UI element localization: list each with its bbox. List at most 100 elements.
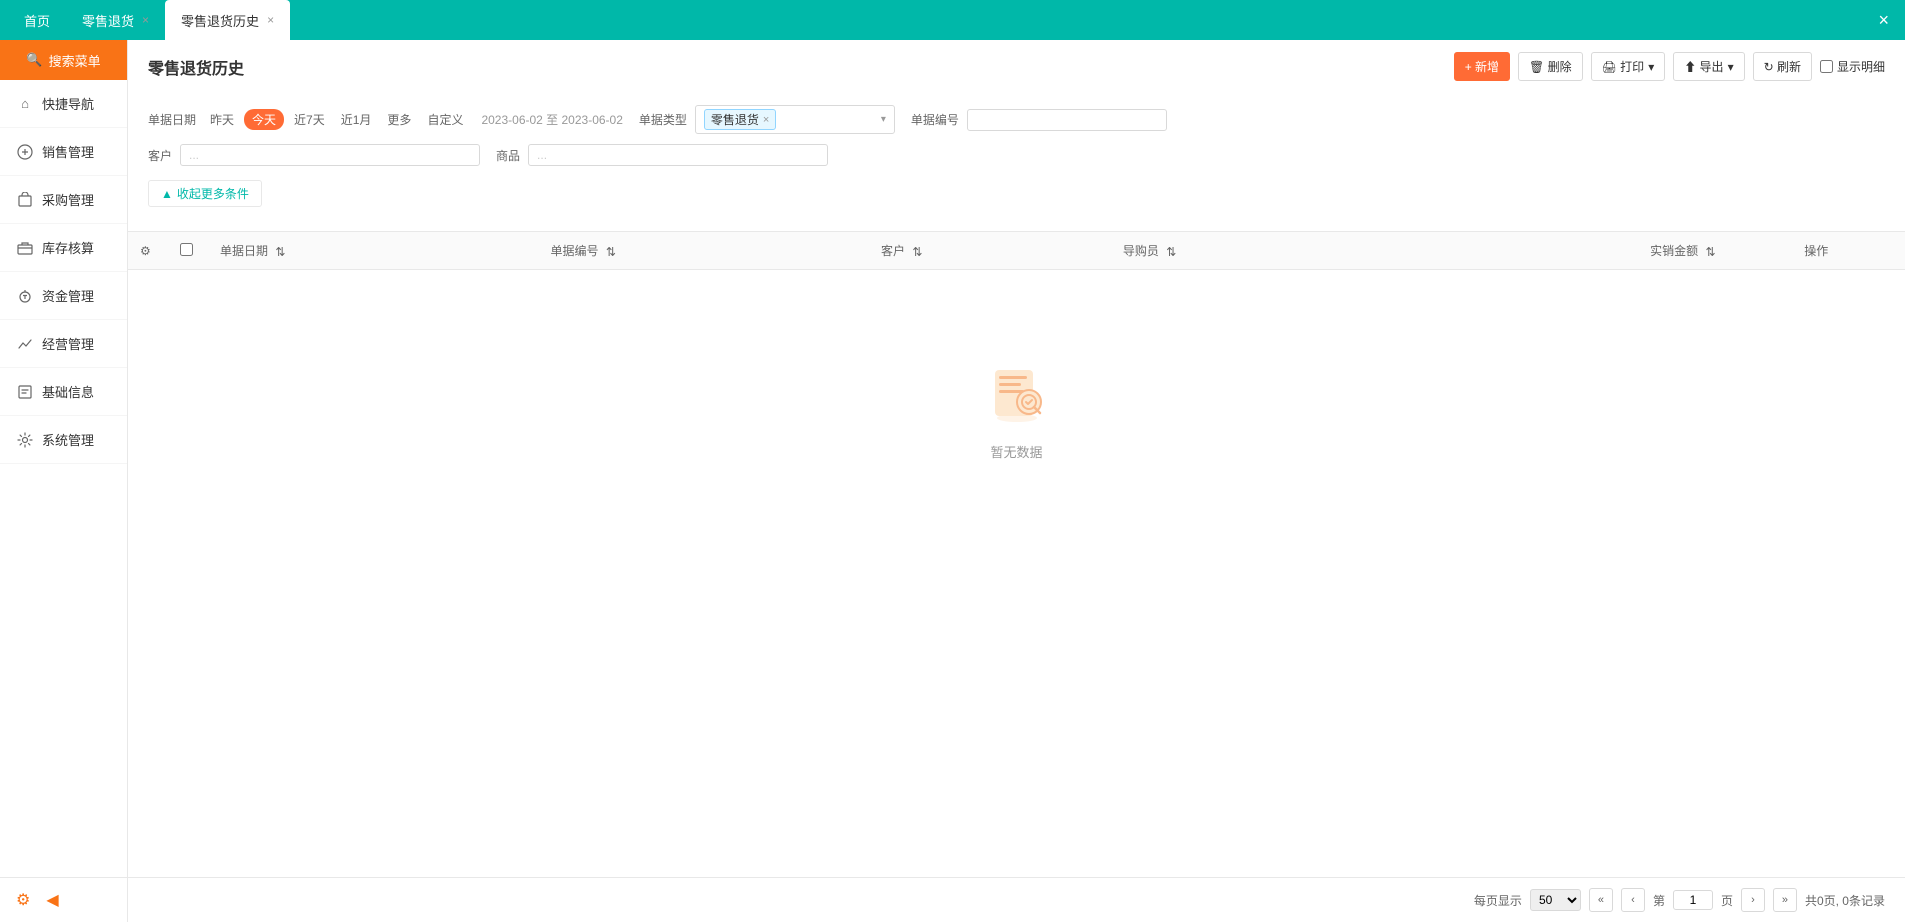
sidebar-item-quick-nav[interactable]: ⌂ 快捷导航 <box>0 80 127 128</box>
base-info-icon <box>16 383 34 401</box>
doc-number-label: 单据编号 <box>911 111 959 128</box>
prev-page-btn[interactable]: ‹ <box>1621 888 1645 912</box>
sidebar-search[interactable]: 🔍 搜索菜单 <box>0 40 127 80</box>
customer-label: 客户 <box>148 147 172 164</box>
date-range-btns: 昨天 今天 近7天 近1月 更多 自定义 <box>204 109 469 130</box>
date-btn-more[interactable]: 更多 <box>381 109 417 130</box>
sidebar-item-base-info[interactable]: 基础信息 <box>0 368 127 416</box>
export-button[interactable]: ⬆ 导出 ▾ <box>1673 52 1744 81</box>
display-toggle-checkbox[interactable] <box>1820 60 1833 73</box>
sidebar-item-finance[interactable]: 资金管理 <box>0 272 127 320</box>
tab-retail-return[interactable]: 零售退货 × <box>66 0 165 40</box>
close-tab-retail-return-history[interactable]: × <box>267 13 274 27</box>
table-wrapper: ⚙ 单据日期 ⇅ 单据编号 ⇅ <box>128 232 1905 922</box>
page-title: 零售退货历史 <box>148 55 244 79</box>
main-layout: 🔍 搜索菜单 ⌂ 快捷导航 销售管理 采购管理 库存核算 <box>0 40 1905 922</box>
doc-number-filter: 单据编号 <box>911 109 1167 131</box>
collapse-icon: ▲ <box>161 187 173 201</box>
filter-row-2: 客户 ... 商品 ... <box>148 144 1885 166</box>
toolbar: + 新增 🗑 删除 🖨 打印 ▾ ⬆ 导出 ▾ ↻ 刷新 显示明细 <box>1454 52 1885 81</box>
sidebar-item-inventory[interactable]: 库存核算 <box>0 224 127 272</box>
date-btn-1month[interactable]: 近1月 <box>335 109 378 130</box>
col-settings[interactable]: ⚙ <box>128 232 168 270</box>
display-toggle[interactable]: 显示明细 <box>1820 58 1885 75</box>
date-btn-7days[interactable]: 近7天 <box>288 109 331 130</box>
export-dropdown-icon: ▾ <box>1728 60 1734 74</box>
goods-label: 商品 <box>496 147 520 164</box>
print-dropdown-icon: ▾ <box>1648 60 1654 74</box>
tab-home[interactable]: 首页 <box>8 0 66 40</box>
close-tab-retail-return[interactable]: × <box>142 13 149 27</box>
doc-type-tag: 零售退货 × <box>704 109 776 130</box>
settings-bottom-icon[interactable]: ⚙ <box>16 890 30 910</box>
col-guide[interactable]: 导购员 ⇅ <box>1111 232 1397 270</box>
customer-filter: 客户 ... <box>148 144 480 166</box>
operations-icon <box>16 335 34 353</box>
home-icon: ⌂ <box>16 95 34 113</box>
sort-date-icon: ⇅ <box>275 245 285 259</box>
col-checkbox[interactable] <box>168 232 208 270</box>
table-header: ⚙ 单据日期 ⇅ 单据编号 ⇅ <box>128 232 1905 270</box>
empty-state-icon <box>977 350 1057 430</box>
select-all-checkbox[interactable] <box>180 243 193 256</box>
date-btn-custom[interactable]: 自定义 <box>421 109 469 130</box>
sidebar-bottom: ⚙ ◀ <box>0 877 127 922</box>
total-info: 共0页, 0条记录 <box>1805 892 1885 909</box>
sales-icon <box>16 143 34 161</box>
inventory-icon <box>16 239 34 257</box>
page-label: 第 <box>1653 892 1665 909</box>
col-number[interactable]: 单据编号 ⇅ <box>539 232 870 270</box>
collapse-filter-btn[interactable]: ▲ 收起更多条件 <box>148 180 262 207</box>
col-date[interactable]: 单据日期 ⇅ <box>208 232 539 270</box>
refresh-button[interactable]: ↻ 刷新 <box>1753 52 1812 81</box>
delete-button[interactable]: 🗑 删除 <box>1518 52 1583 81</box>
sidebar: 🔍 搜索菜单 ⌂ 快捷导航 销售管理 采购管理 库存核算 <box>0 40 128 922</box>
date-filter-label: 单据日期 <box>148 111 196 128</box>
customer-input[interactable]: ... <box>180 144 480 166</box>
last-page-btn[interactable]: » <box>1773 888 1797 912</box>
sort-guide-icon: ⇅ <box>1166 245 1176 259</box>
filter-row-1: 单据日期 昨天 今天 近7天 近1月 更多 自定义 2023-06-02 至 2… <box>148 105 1885 134</box>
date-filter: 单据日期 昨天 今天 近7天 近1月 更多 自定义 2023-06-02 至 2… <box>148 109 623 130</box>
page-unit: 页 <box>1721 892 1733 909</box>
sidebar-item-sales[interactable]: 销售管理 <box>0 128 127 176</box>
date-btn-today[interactable]: 今天 <box>244 109 284 130</box>
goods-input[interactable]: ... <box>528 144 828 166</box>
doc-type-filter: 单据类型 零售退货 × ▾ <box>639 105 895 134</box>
doc-type-select[interactable]: 零售退货 × ▾ <box>695 105 895 134</box>
filter-area: 单据日期 昨天 今天 近7天 近1月 更多 自定义 2023-06-02 至 2… <box>148 93 1885 231</box>
tab-retail-return-history[interactable]: 零售退货历史 × <box>165 0 290 40</box>
data-table: ⚙ 单据日期 ⇅ 单据编号 ⇅ <box>128 232 1905 541</box>
finance-icon <box>16 287 34 305</box>
table-container: ⚙ 单据日期 ⇅ 单据编号 ⇅ <box>128 232 1905 877</box>
col-customer[interactable]: 客户 ⇅ <box>869 232 1111 270</box>
doc-type-label: 单据类型 <box>639 111 687 128</box>
system-icon <box>16 431 34 449</box>
empty-text: 暂无数据 <box>990 442 1042 461</box>
next-page-btn[interactable]: › <box>1741 888 1765 912</box>
pagination-bar: 每页显示 50 10 20 100 « ‹ 第 页 › » 共0页, 0条记录 <box>128 877 1905 922</box>
doc-type-tag-remove[interactable]: × <box>763 114 769 126</box>
page-size-label: 每页显示 <box>1474 892 1522 909</box>
window-close-button[interactable]: × <box>1862 10 1905 31</box>
table-settings-icon[interactable]: ⚙ <box>140 244 151 258</box>
sidebar-item-purchase[interactable]: 采购管理 <box>0 176 127 224</box>
collapse-sidebar-icon[interactable]: ◀ <box>46 890 58 910</box>
purchase-icon <box>16 191 34 209</box>
page-size-select[interactable]: 50 10 20 100 <box>1530 889 1581 911</box>
sidebar-item-system[interactable]: 系统管理 <box>0 416 127 464</box>
top-nav: 首页 零售退货 × 零售退货历史 × × <box>0 0 1905 40</box>
page-header: 零售退货历史 + 新增 🗑 删除 🖨 打印 ▾ ⬆ 导出 ▾ ↻ 刷新 <box>128 40 1905 232</box>
print-button[interactable]: 🖨 打印 ▾ <box>1591 52 1666 81</box>
page-number-input[interactable] <box>1673 890 1713 910</box>
search-icon: 🔍 <box>26 52 42 68</box>
col-amount[interactable]: 实销金额 ⇅ <box>1397 232 1728 270</box>
date-btn-yesterday[interactable]: 昨天 <box>204 109 240 130</box>
sidebar-item-operations[interactable]: 经营管理 <box>0 320 127 368</box>
content-area: 零售退货历史 + 新增 🗑 删除 🖨 打印 ▾ ⬆ 导出 ▾ ↻ 刷新 <box>128 40 1905 922</box>
add-button[interactable]: + 新增 <box>1454 52 1510 81</box>
doc-number-input[interactable] <box>967 109 1167 131</box>
first-page-btn[interactable]: « <box>1589 888 1613 912</box>
table-body: 暂无数据 <box>128 270 1905 542</box>
goods-filter: 商品 ... <box>496 144 828 166</box>
